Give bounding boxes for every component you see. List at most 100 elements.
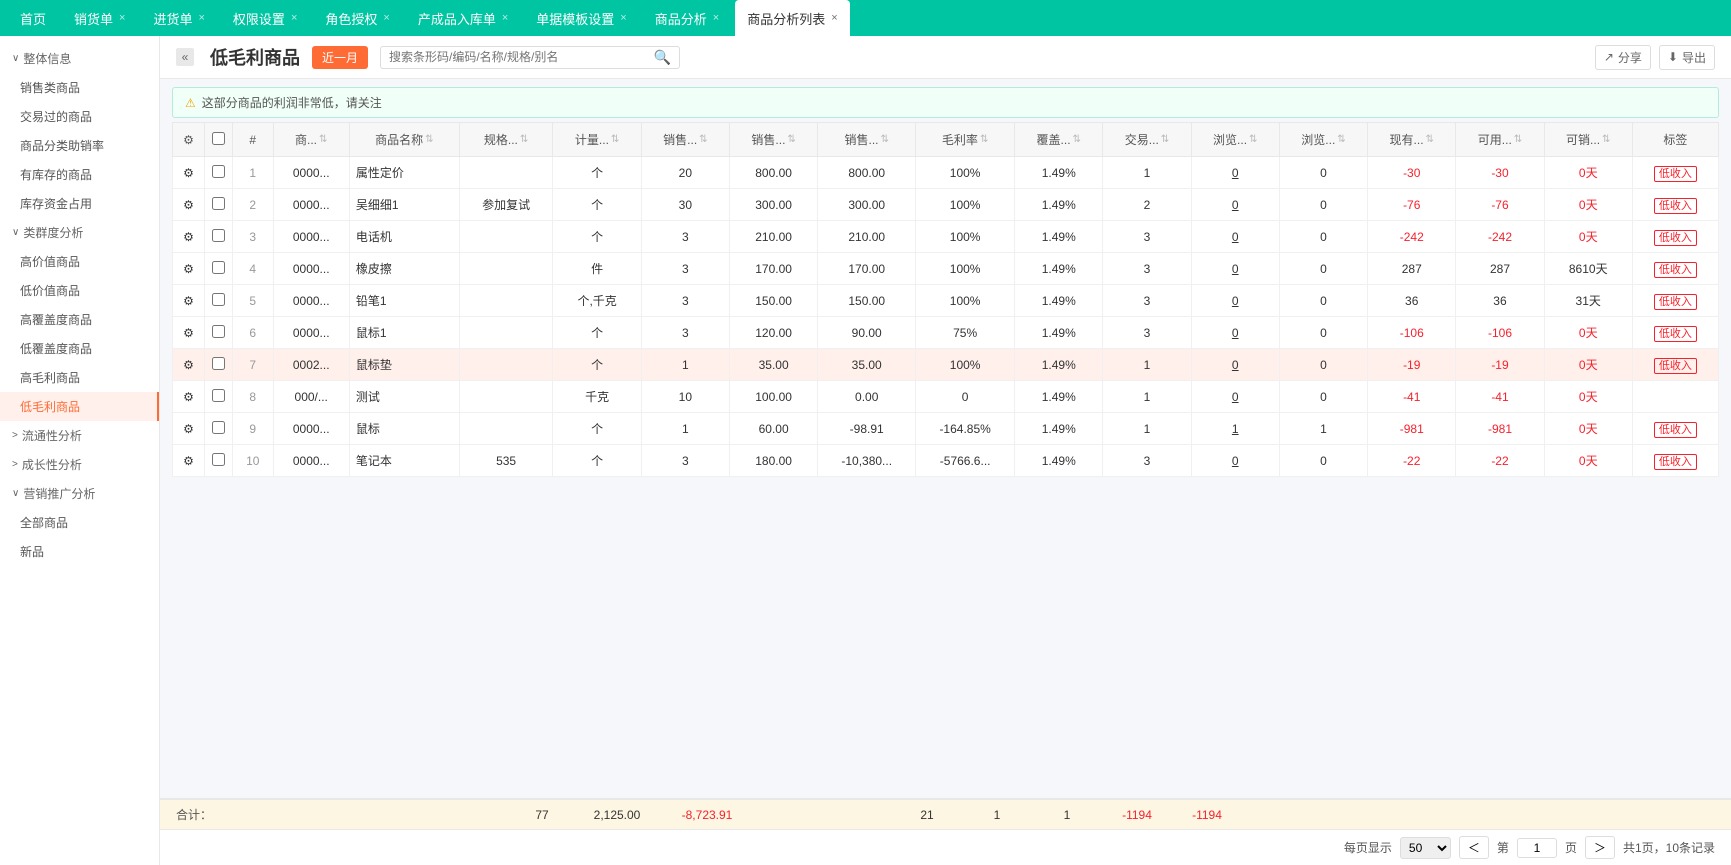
close-permissions-icon[interactable]: × bbox=[291, 12, 297, 24]
cell-view1[interactable]: 0 bbox=[1191, 317, 1279, 349]
sidebar-item-category-rate[interactable]: 商品分类助销率 bbox=[0, 131, 159, 160]
cell-view1[interactable]: 0 bbox=[1191, 285, 1279, 317]
nav-home[interactable]: 首页 bbox=[8, 0, 58, 36]
sidebar-item-stock-capital[interactable]: 库存资金占用 bbox=[0, 189, 159, 218]
sort-coverage-icon[interactable]: ⇅ bbox=[1073, 134, 1081, 145]
sidebar-group-overall[interactable]: ∨ 整体信息 bbox=[0, 44, 159, 73]
sidebar-item-low-coverage[interactable]: 低覆盖度商品 bbox=[0, 334, 159, 363]
row-settings-icon[interactable]: ⚙ bbox=[183, 230, 194, 244]
nav-roles[interactable]: 角色授权 × bbox=[313, 0, 401, 36]
sidebar-item-high-margin[interactable]: 高毛利商品 bbox=[0, 363, 159, 392]
cell-checkbox[interactable] bbox=[205, 349, 233, 381]
row-settings-icon[interactable]: ⚙ bbox=[183, 358, 194, 372]
cell-checkbox[interactable] bbox=[205, 253, 233, 285]
sidebar-group-circulation[interactable]: > 流通性分析 bbox=[0, 421, 159, 450]
next-page-button[interactable]: ＞ bbox=[1585, 836, 1615, 859]
col-spec[interactable]: 规格... ⇅ bbox=[459, 123, 553, 157]
col-sale-profit[interactable]: 销售... ⇅ bbox=[818, 123, 916, 157]
sidebar-item-high-value[interactable]: 高价值商品 bbox=[0, 247, 159, 276]
row-checkbox[interactable] bbox=[212, 261, 225, 274]
nav-sales[interactable]: 销货单 × bbox=[62, 0, 137, 36]
cell-checkbox[interactable] bbox=[205, 413, 233, 445]
sort-view1-icon[interactable]: ⇅ bbox=[1249, 134, 1257, 145]
cell-settings[interactable]: ⚙ bbox=[173, 349, 205, 381]
close-products-in-icon[interactable]: × bbox=[502, 12, 508, 24]
cell-view1[interactable]: 0 bbox=[1191, 349, 1279, 381]
close-purchase-icon[interactable]: × bbox=[198, 12, 204, 24]
sidebar-item-in-stock[interactable]: 有库存的商品 bbox=[0, 160, 159, 189]
col-stock-now[interactable]: 现有... ⇅ bbox=[1368, 123, 1456, 157]
sort-grossrate-icon[interactable]: ⇅ bbox=[980, 134, 988, 145]
cell-checkbox[interactable] bbox=[205, 285, 233, 317]
filter-period-button[interactable]: 近一月 bbox=[312, 46, 368, 69]
col-unit[interactable]: 计量... ⇅ bbox=[553, 123, 641, 157]
sidebar-item-high-coverage[interactable]: 高覆盖度商品 bbox=[0, 305, 159, 334]
nav-products-in[interactable]: 产成品入库单 × bbox=[406, 0, 520, 36]
sidebar-item-all-products[interactable]: 全部商品 bbox=[0, 508, 159, 537]
cell-view1[interactable]: 0 bbox=[1191, 157, 1279, 189]
row-checkbox[interactable] bbox=[212, 229, 225, 242]
cell-settings[interactable]: ⚙ bbox=[173, 157, 205, 189]
sort-available-icon[interactable]: ⇅ bbox=[1514, 134, 1522, 145]
sidebar-item-traded-products[interactable]: 交易过的商品 bbox=[0, 102, 159, 131]
row-settings-icon[interactable]: ⚙ bbox=[183, 454, 194, 468]
col-coverage[interactable]: 覆盖... ⇅ bbox=[1015, 123, 1103, 157]
cell-view1[interactable]: 0 bbox=[1191, 189, 1279, 221]
col-checkbox[interactable] bbox=[205, 123, 233, 157]
cell-view1[interactable]: 0 bbox=[1191, 253, 1279, 285]
close-roles-icon[interactable]: × bbox=[383, 12, 389, 24]
col-saleable[interactable]: 可销... ⇅ bbox=[1544, 123, 1632, 157]
row-checkbox[interactable] bbox=[212, 165, 225, 178]
row-checkbox[interactable] bbox=[212, 197, 225, 210]
col-sale-qty[interactable]: 销售... ⇅ bbox=[641, 123, 729, 157]
close-template-icon[interactable]: × bbox=[620, 12, 626, 24]
page-number-input[interactable] bbox=[1517, 838, 1557, 858]
sidebar-group-cluster[interactable]: ∨ 类群度分析 bbox=[0, 218, 159, 247]
cell-view1[interactable]: 0 bbox=[1191, 221, 1279, 253]
row-settings-icon[interactable]: ⚙ bbox=[183, 294, 194, 308]
col-view1[interactable]: 浏览... ⇅ bbox=[1191, 123, 1279, 157]
nav-product-analysis-list[interactable]: 商品分析列表 × bbox=[735, 0, 849, 36]
cell-checkbox[interactable] bbox=[205, 189, 233, 221]
sort-stocknow-icon[interactable]: ⇅ bbox=[1426, 134, 1434, 145]
cell-view1[interactable]: 0 bbox=[1191, 381, 1279, 413]
nav-template-settings[interactable]: 单据模板设置 × bbox=[524, 0, 638, 36]
cell-checkbox[interactable] bbox=[205, 445, 233, 477]
nav-purchase[interactable]: 进货单 × bbox=[141, 0, 216, 36]
export-button[interactable]: ⬇ 导出 bbox=[1659, 45, 1715, 70]
cell-settings[interactable]: ⚙ bbox=[173, 285, 205, 317]
cell-settings[interactable]: ⚙ bbox=[173, 221, 205, 253]
sidebar-item-low-margin[interactable]: 低毛利商品 bbox=[0, 392, 159, 421]
row-settings-icon[interactable]: ⚙ bbox=[183, 198, 194, 212]
sort-tradecount-icon[interactable]: ⇅ bbox=[1161, 134, 1169, 145]
sort-saleqty-icon[interactable]: ⇅ bbox=[699, 134, 707, 145]
page-size-select[interactable]: 20 50 100 200 bbox=[1400, 837, 1451, 859]
row-settings-icon[interactable]: ⚙ bbox=[183, 262, 194, 276]
row-checkbox[interactable] bbox=[212, 325, 225, 338]
select-all-checkbox[interactable] bbox=[212, 132, 225, 145]
row-settings-icon[interactable]: ⚙ bbox=[183, 390, 194, 404]
search-input[interactable] bbox=[389, 50, 654, 64]
col-settings[interactable]: ⚙ bbox=[173, 123, 205, 157]
sidebar-item-sales-products[interactable]: 销售类商品 bbox=[0, 73, 159, 102]
cell-settings[interactable]: ⚙ bbox=[173, 253, 205, 285]
cell-view1[interactable]: 0 bbox=[1191, 445, 1279, 477]
row-checkbox[interactable] bbox=[212, 421, 225, 434]
col-sale-price[interactable]: 销售... ⇅ bbox=[729, 123, 817, 157]
cell-settings[interactable]: ⚙ bbox=[173, 381, 205, 413]
cell-view1[interactable]: 1 bbox=[1191, 413, 1279, 445]
sidebar-group-growth[interactable]: > 成长性分析 bbox=[0, 450, 159, 479]
cell-checkbox[interactable] bbox=[205, 381, 233, 413]
sort-view2-icon[interactable]: ⇅ bbox=[1337, 134, 1345, 145]
sidebar-item-new-products[interactable]: 新品 bbox=[0, 537, 159, 566]
cell-checkbox[interactable] bbox=[205, 221, 233, 253]
cell-checkbox[interactable] bbox=[205, 317, 233, 349]
sort-spec-icon[interactable]: ⇅ bbox=[520, 134, 528, 145]
row-settings-icon[interactable]: ⚙ bbox=[183, 326, 194, 340]
nav-product-analysis[interactable]: 商品分析 × bbox=[643, 0, 731, 36]
row-settings-icon[interactable]: ⚙ bbox=[183, 166, 194, 180]
sidebar-collapse-button[interactable]: « bbox=[176, 48, 194, 66]
cell-settings[interactable]: ⚙ bbox=[173, 189, 205, 221]
close-sales-icon[interactable]: × bbox=[119, 12, 125, 24]
row-checkbox[interactable] bbox=[212, 453, 225, 466]
